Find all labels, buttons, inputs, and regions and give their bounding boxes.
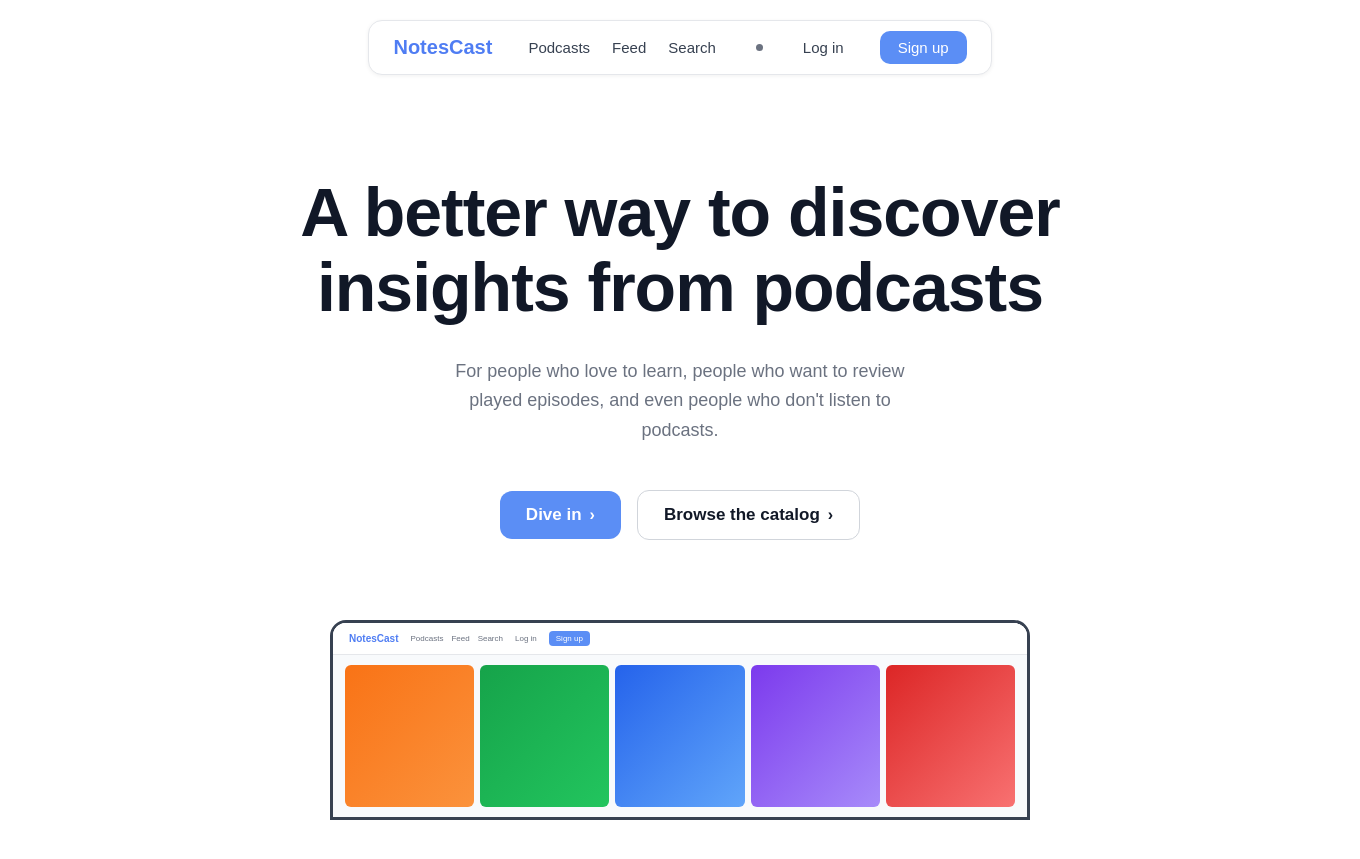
mockup-inner: NotesCast Podcasts Feed Search Log in Si… [333, 623, 1027, 817]
nav-links: Podcasts Feed Search [520, 35, 723, 60]
dive-in-button[interactable]: Dive in › [500, 491, 621, 539]
nav-link-search[interactable]: Search [660, 35, 724, 60]
nav-login-link[interactable]: Log in [795, 35, 852, 60]
mockup-login: Log in [515, 634, 537, 643]
nav-separator-dot [756, 44, 763, 51]
mockup-grid [333, 655, 1027, 817]
app-mockup: NotesCast Podcasts Feed Search Log in Si… [330, 620, 1030, 820]
navbar: NotesCast Podcasts Feed Search Log in Si… [368, 20, 991, 75]
mockup-card-4 [751, 665, 880, 807]
browse-catalog-button[interactable]: Browse the catalog › [637, 490, 860, 540]
mockup-logo-rest: otesCast [356, 633, 398, 644]
mockup-card-5 [886, 665, 1015, 807]
mockup-card-3 [615, 665, 744, 807]
nav-link-feed[interactable]: Feed [604, 35, 654, 60]
logo-rest: otesCast [408, 36, 492, 58]
mockup-nav: NotesCast Podcasts Feed Search Log in Si… [333, 623, 1027, 655]
mockup-logo: NotesCast [349, 633, 398, 644]
nav-link-podcasts[interactable]: Podcasts [520, 35, 598, 60]
hero-subtitle: For people who love to learn, people who… [430, 357, 930, 446]
mockup-signup: Sign up [549, 631, 590, 646]
mockup-nav-search: Search [478, 634, 503, 643]
dive-in-label: Dive in [526, 505, 582, 525]
browse-catalog-label: Browse the catalog [664, 505, 820, 525]
mockup-nav-feed: Feed [451, 634, 469, 643]
mockup-nav-podcasts: Podcasts [410, 634, 443, 643]
logo-highlight: N [393, 36, 407, 58]
hero-section: A better way to discover insights from p… [0, 85, 1360, 600]
hero-title: A better way to discover insights from p… [290, 175, 1070, 325]
mockup-section: NotesCast Podcasts Feed Search Log in Si… [0, 620, 1360, 820]
mockup-nav-links: Podcasts Feed Search [410, 634, 503, 643]
chevron-right-icon: › [590, 506, 595, 524]
nav-signup-button[interactable]: Sign up [880, 31, 967, 64]
nav-wrapper: NotesCast Podcasts Feed Search Log in Si… [0, 0, 1360, 85]
nav-logo[interactable]: NotesCast [393, 36, 492, 59]
mockup-card-1 [345, 665, 474, 807]
chevron-right-icon-secondary: › [828, 506, 833, 524]
mockup-card-2 [480, 665, 609, 807]
hero-buttons: Dive in › Browse the catalog › [500, 490, 860, 540]
